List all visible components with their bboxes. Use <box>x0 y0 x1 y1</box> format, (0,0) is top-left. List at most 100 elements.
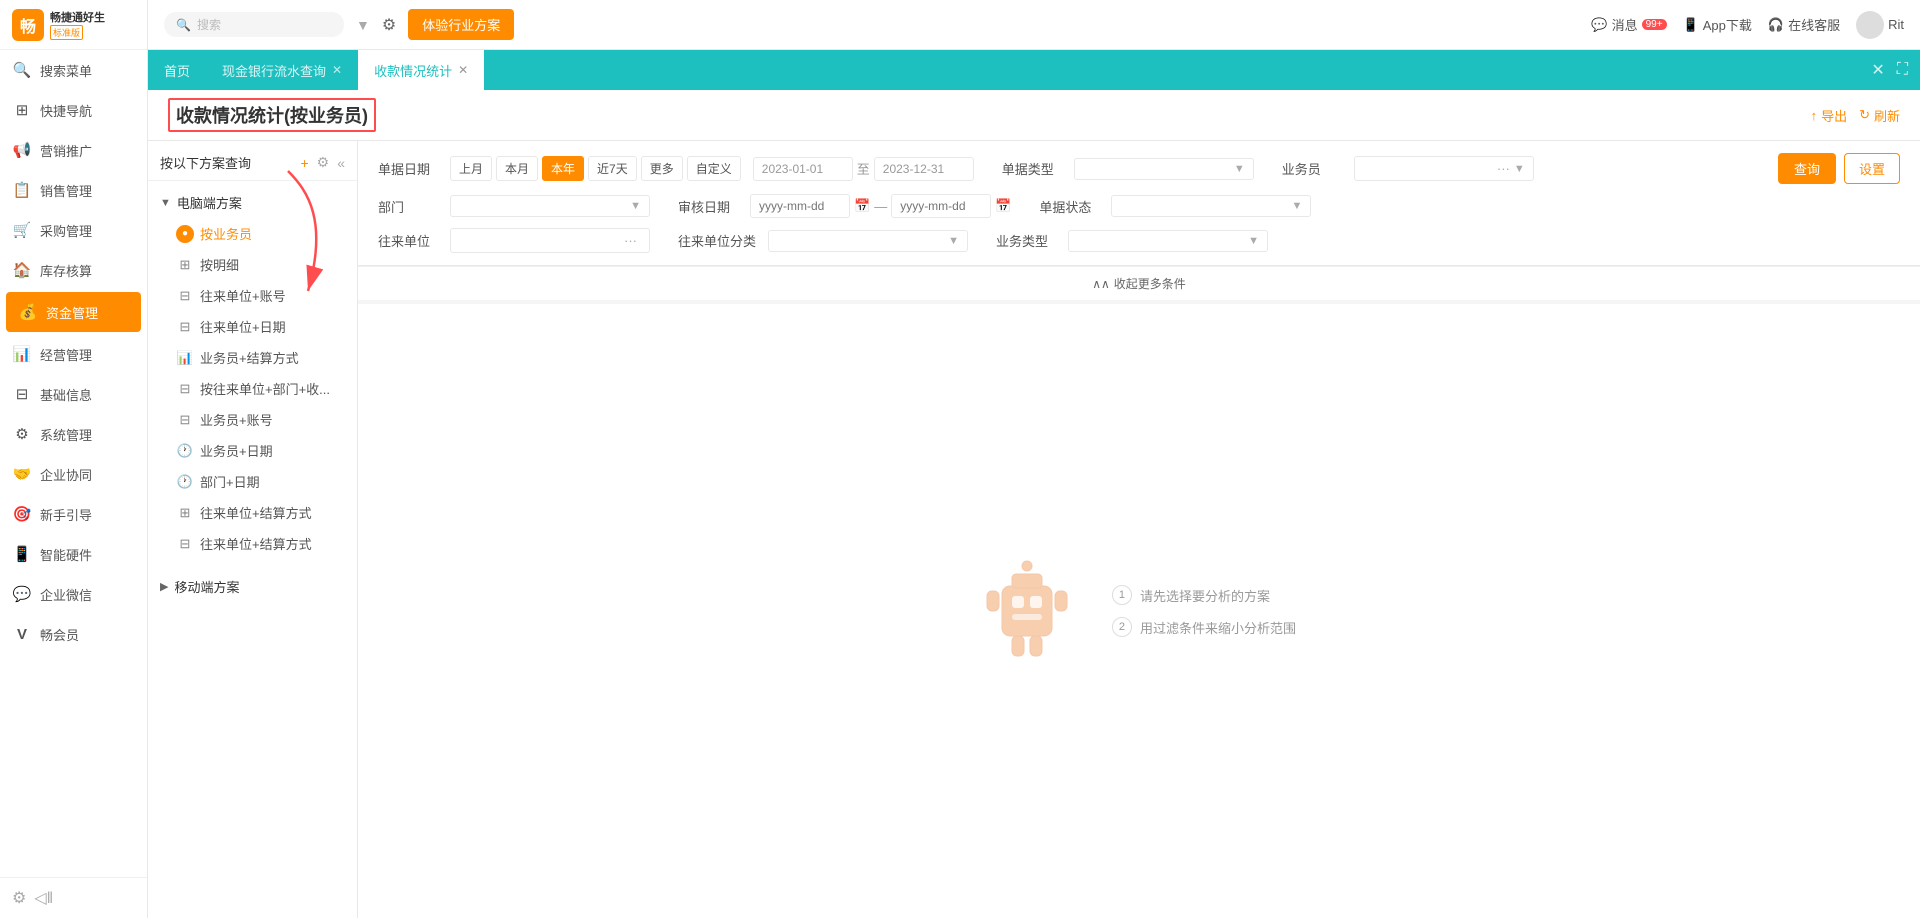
refresh-btn[interactable]: ↻ 刷新 <box>1859 106 1900 125</box>
business-type-select[interactable]: ▼ <box>1068 230 1268 252</box>
sidebar-logo: 畅 畅捷通好生 标准版 <box>0 0 147 50</box>
scheme-settings-btn[interactable]: ⚙ <box>317 154 330 171</box>
message-btn[interactable]: 💬 消息 99+ <box>1591 15 1666 34</box>
audit-date-to-input[interactable] <box>891 194 991 218</box>
dept-arrow-icon: ▼ <box>630 200 641 212</box>
tree-mobile: ▶ 移动端方案 <box>148 565 357 608</box>
setting-btn[interactable]: 设置 <box>1844 153 1900 184</box>
tree-arrow-mobile: ▶ <box>160 580 168 593</box>
tree-item-detail[interactable]: ⊞ 按明细 <box>148 249 357 280</box>
empty-steps: 1 请先选择要分析的方案 2 用过滤条件来缩小分析范围 <box>1112 585 1296 637</box>
tree-item-salesperson[interactable]: ● 按业务员 <box>148 218 357 249</box>
settings-footer-icon[interactable]: ⚙ <box>12 888 26 908</box>
topbar-search-box[interactable]: 🔍 搜索 <box>164 12 344 37</box>
date-btn-lastmonth[interactable]: 上月 <box>450 156 492 181</box>
audit-date-icon-left[interactable]: 📅 <box>854 198 870 214</box>
tab-bank-flow[interactable]: 现金银行流水查询 ✕ <box>206 50 358 90</box>
audit-date-from-input[interactable] <box>750 194 850 218</box>
tree-item-partner-account[interactable]: ⊟ 往来单位+账号 <box>148 280 357 311</box>
topbar-dropdown-icon[interactable]: ▼ <box>356 17 370 33</box>
date-btn-custom[interactable]: 自定义 <box>687 156 741 181</box>
sidebar-item-system[interactable]: ⚙ 系统管理 <box>0 414 147 454</box>
salesperson-extra-icon[interactable]: ··· <box>1497 161 1510 176</box>
export-btn[interactable]: ↑ 导出 <box>1811 106 1848 125</box>
tree-item-sales-account[interactable]: ⊟ 业务员+账号 <box>148 404 357 435</box>
empty-area: 1 请先选择要分析的方案 2 用过滤条件来缩小分析范围 <box>358 304 1920 918</box>
page-header-actions: ↑ 导出 ↻ 刷新 <box>1811 106 1900 125</box>
tree-mobile-header[interactable]: ▶ 移动端方案 <box>148 571 357 602</box>
sidebar-item-finance[interactable]: 💰 资金管理 <box>6 292 141 332</box>
topbar-gear-icon[interactable]: ⚙ <box>382 15 396 35</box>
doc-status-select[interactable]: ▼ <box>1111 195 1311 217</box>
audit-date-dash: — <box>874 199 887 214</box>
query-btn[interactable]: 查询 <box>1778 153 1836 184</box>
purchase-icon: 🛒 <box>12 220 32 240</box>
item-icon-pa: ⊟ <box>176 287 194 305</box>
tree-item-partner-settlement2[interactable]: ⊟ 往来单位+结算方式 <box>148 528 357 559</box>
tree-item-sales-date[interactable]: 🕐 业务员+日期 <box>148 435 357 466</box>
salesperson-select[interactable]: ··· ▼ <box>1354 156 1534 181</box>
tab-close-collection[interactable]: ✕ <box>458 63 468 77</box>
trial-btn[interactable]: 体验行业方案 <box>408 9 514 40</box>
counterpart-extra-icon[interactable]: ··· <box>624 233 637 248</box>
item-icon-sd: 🕐 <box>176 442 194 460</box>
date-btn-thismonth[interactable]: 本月 <box>496 156 538 181</box>
sidebar-item-guide[interactable]: 🎯 新手引导 <box>0 494 147 534</box>
sidebar-item-member[interactable]: V 畅会员 <box>0 614 147 654</box>
counterpart-select[interactable]: ··· <box>450 228 650 253</box>
item-icon-pde: ⊟ <box>176 380 194 398</box>
tab-close-bank[interactable]: ✕ <box>332 63 342 77</box>
tree-item-sales-settlement[interactable]: 📊 业务员+结算方式 <box>148 342 357 373</box>
sidebar-item-collaboration[interactable]: 🤝 企业协同 <box>0 454 147 494</box>
tree-item-partner-date[interactable]: ⊟ 往来单位+日期 <box>148 311 357 342</box>
date-from-input[interactable] <box>753 157 853 181</box>
tree-item-partner-dept[interactable]: ⊟ 按往来单位+部门+收... <box>148 373 357 404</box>
service-icon: 🎧 <box>1768 17 1784 33</box>
sidebar-item-search[interactable]: 🔍 搜索菜单 <box>0 50 147 90</box>
business-type-arrow-icon: ▼ <box>1248 235 1259 247</box>
sidebar-item-hardware[interactable]: 📱 智能硬件 <box>0 534 147 574</box>
sidebar-item-purchase[interactable]: 🛒 采购管理 <box>0 210 147 250</box>
guide-icon: 🎯 <box>12 504 32 524</box>
maximize-icon[interactable]: ⛶ <box>1897 61 1908 79</box>
audit-date-label: 审核日期 <box>678 197 738 216</box>
counterpart-category-select[interactable]: ▼ <box>768 230 968 252</box>
sidebar-item-weixin[interactable]: 💬 企业微信 <box>0 574 147 614</box>
sidebar-item-basic-info[interactable]: ⊟ 基础信息 <box>0 374 147 414</box>
refresh-icon: ↻ <box>1859 107 1870 123</box>
tree-desktop-header[interactable]: ▼ 电脑端方案 <box>148 187 357 218</box>
date-btn-7days[interactable]: 近7天 <box>588 156 637 181</box>
search-icon: 🔍 <box>12 60 32 80</box>
user-profile[interactable]: Rit <box>1856 11 1904 39</box>
date-btn-thisyear[interactable]: 本年 <box>542 156 584 181</box>
sidebar-item-marketing[interactable]: 📢 营销推广 <box>0 130 147 170</box>
left-panel-title: 按以下方案查询 <box>160 153 300 172</box>
doc-type-label: 单据类型 <box>1002 159 1062 178</box>
online-service-btn[interactable]: 🎧 在线客服 <box>1768 15 1840 34</box>
app-download-btn[interactable]: 📱 App下载 <box>1683 15 1752 34</box>
tab-home[interactable]: 首页 <box>148 50 206 90</box>
tabbar: 首页 现金银行流水查询 ✕ 收款情况统计 ✕ ✕ ⛶ <box>148 50 1920 90</box>
quicknav-icon: ⊞ <box>12 100 32 120</box>
collapse-panel-btn[interactable]: « <box>337 155 345 171</box>
counterpart-category-label: 往来单位分类 <box>678 231 756 250</box>
date-btn-more[interactable]: 更多 <box>641 156 683 181</box>
sidebar-item-quicknav[interactable]: ⊞ 快捷导航 <box>0 90 147 130</box>
page-header: 收款情况统计(按业务员) ↑ 导出 ↻ 刷新 <box>148 90 1920 141</box>
tree-item-partner-settlement1[interactable]: ⊞ 往来单位+结算方式 <box>148 497 357 528</box>
doc-status-arrow-icon: ▼ <box>1291 200 1302 212</box>
add-scheme-btn[interactable]: + <box>300 155 308 171</box>
dept-select[interactable]: ▼ <box>450 195 650 217</box>
tab-collection-stats[interactable]: 收款情况统计 ✕ <box>358 50 484 90</box>
close-all-icon[interactable]: ✕ <box>1871 60 1884 80</box>
empty-illustration <box>982 556 1072 666</box>
tree-item-dept-date[interactable]: 🕐 部门+日期 <box>148 466 357 497</box>
date-to-input[interactable] <box>874 157 974 181</box>
sidebar-item-sales[interactable]: 📋 销售管理 <box>0 170 147 210</box>
sidebar-item-operations[interactable]: 📊 经营管理 <box>0 334 147 374</box>
audit-date-icon-right[interactable]: 📅 <box>995 198 1011 214</box>
collapse-more-btn[interactable]: ∧∧ 收起更多条件 <box>1092 275 1186 292</box>
doc-type-select[interactable]: ▼ <box>1074 158 1254 180</box>
sidebar-item-inventory[interactable]: 🏠 库存核算 <box>0 250 147 290</box>
collapse-footer-icon[interactable]: ◁‖ <box>34 888 53 908</box>
